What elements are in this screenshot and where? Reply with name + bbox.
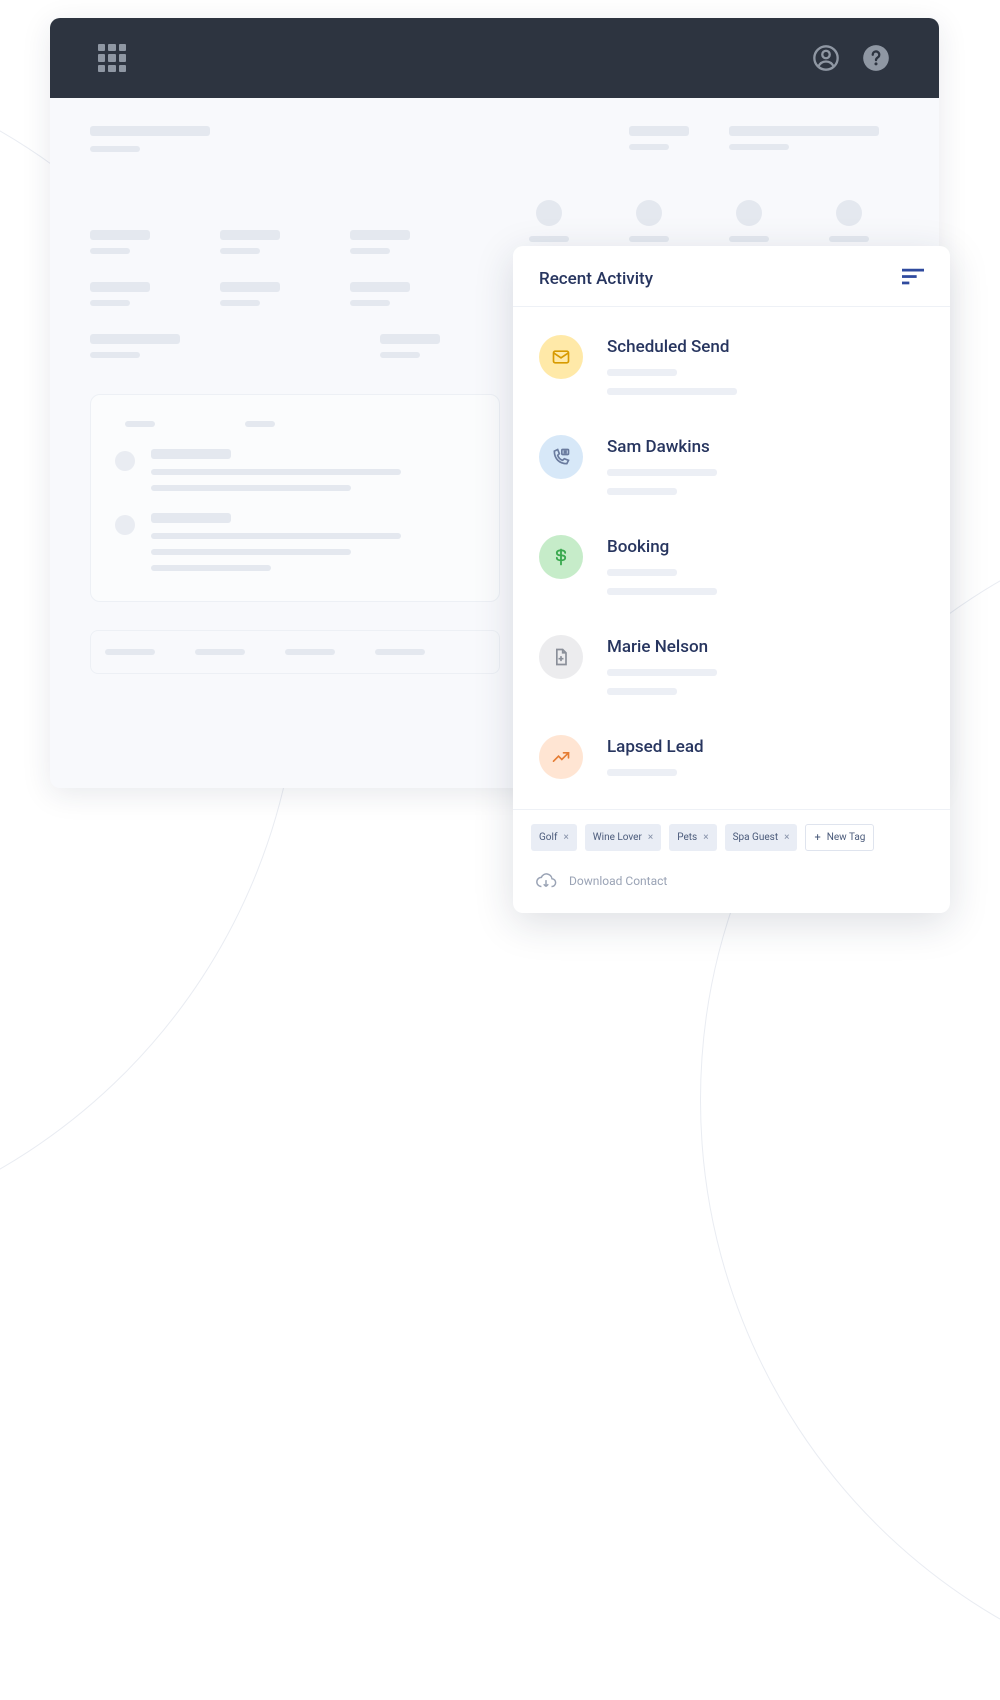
panel-title: Recent Activity: [539, 269, 653, 289]
recent-activity-panel: Recent Activity Scheduled Send Sam Dawki…: [513, 246, 950, 913]
activity-item[interactable]: Scheduled Send: [539, 315, 924, 415]
mail-icon: [539, 335, 583, 379]
tag-chip[interactable]: Pets ×: [669, 824, 716, 851]
tag-chip[interactable]: Golf ×: [531, 824, 577, 851]
activity-title: Scheduled Send: [607, 337, 924, 357]
tag-label: Spa Guest: [733, 832, 779, 843]
remove-tag-icon[interactable]: ×: [563, 832, 568, 843]
tag-label: Wine Lover: [593, 832, 642, 843]
tag-chip[interactable]: Wine Lover ×: [585, 824, 661, 851]
tag-label: Pets: [677, 832, 697, 843]
account-icon[interactable]: [811, 43, 841, 73]
activity-item[interactable]: Sam Dawkins: [539, 415, 924, 515]
remove-tag-icon[interactable]: ×: [648, 832, 653, 843]
remove-tag-icon[interactable]: ×: [784, 832, 789, 843]
tag-row: Golf × Wine Lover × Pets × Spa Guest × +…: [513, 809, 950, 861]
filter-icon[interactable]: [902, 268, 924, 290]
phone-log-icon: [539, 435, 583, 479]
new-tag-button[interactable]: + New Tag: [805, 824, 874, 851]
plus-icon: +: [814, 831, 820, 844]
trend-up-icon: [539, 735, 583, 779]
download-contact-button[interactable]: Download Contact: [513, 861, 950, 907]
help-icon[interactable]: [861, 43, 891, 73]
activity-title: Booking: [607, 537, 924, 557]
activity-item[interactable]: Marie Nelson: [539, 615, 924, 715]
document-add-icon: [539, 635, 583, 679]
app-header: [50, 18, 939, 98]
activity-title: Marie Nelson: [607, 637, 924, 657]
activity-item[interactable]: Booking: [539, 515, 924, 615]
activity-item[interactable]: Lapsed Lead: [539, 715, 924, 799]
dollar-icon: [539, 535, 583, 579]
activity-title: Sam Dawkins: [607, 437, 924, 457]
apps-grid-icon[interactable]: [98, 44, 126, 72]
new-tag-label: New Tag: [827, 832, 866, 843]
remove-tag-icon[interactable]: ×: [703, 832, 708, 843]
download-label: Download Contact: [569, 874, 667, 888]
tag-chip[interactable]: Spa Guest ×: [725, 824, 798, 851]
feed-card-skeleton: [90, 394, 500, 602]
cloud-download-icon: [535, 871, 557, 891]
activity-title: Lapsed Lead: [607, 737, 924, 757]
activity-list: Scheduled Send Sam Dawkins Booking: [513, 307, 950, 809]
tag-label: Golf: [539, 832, 557, 843]
tagbox-skeleton: [90, 630, 500, 674]
